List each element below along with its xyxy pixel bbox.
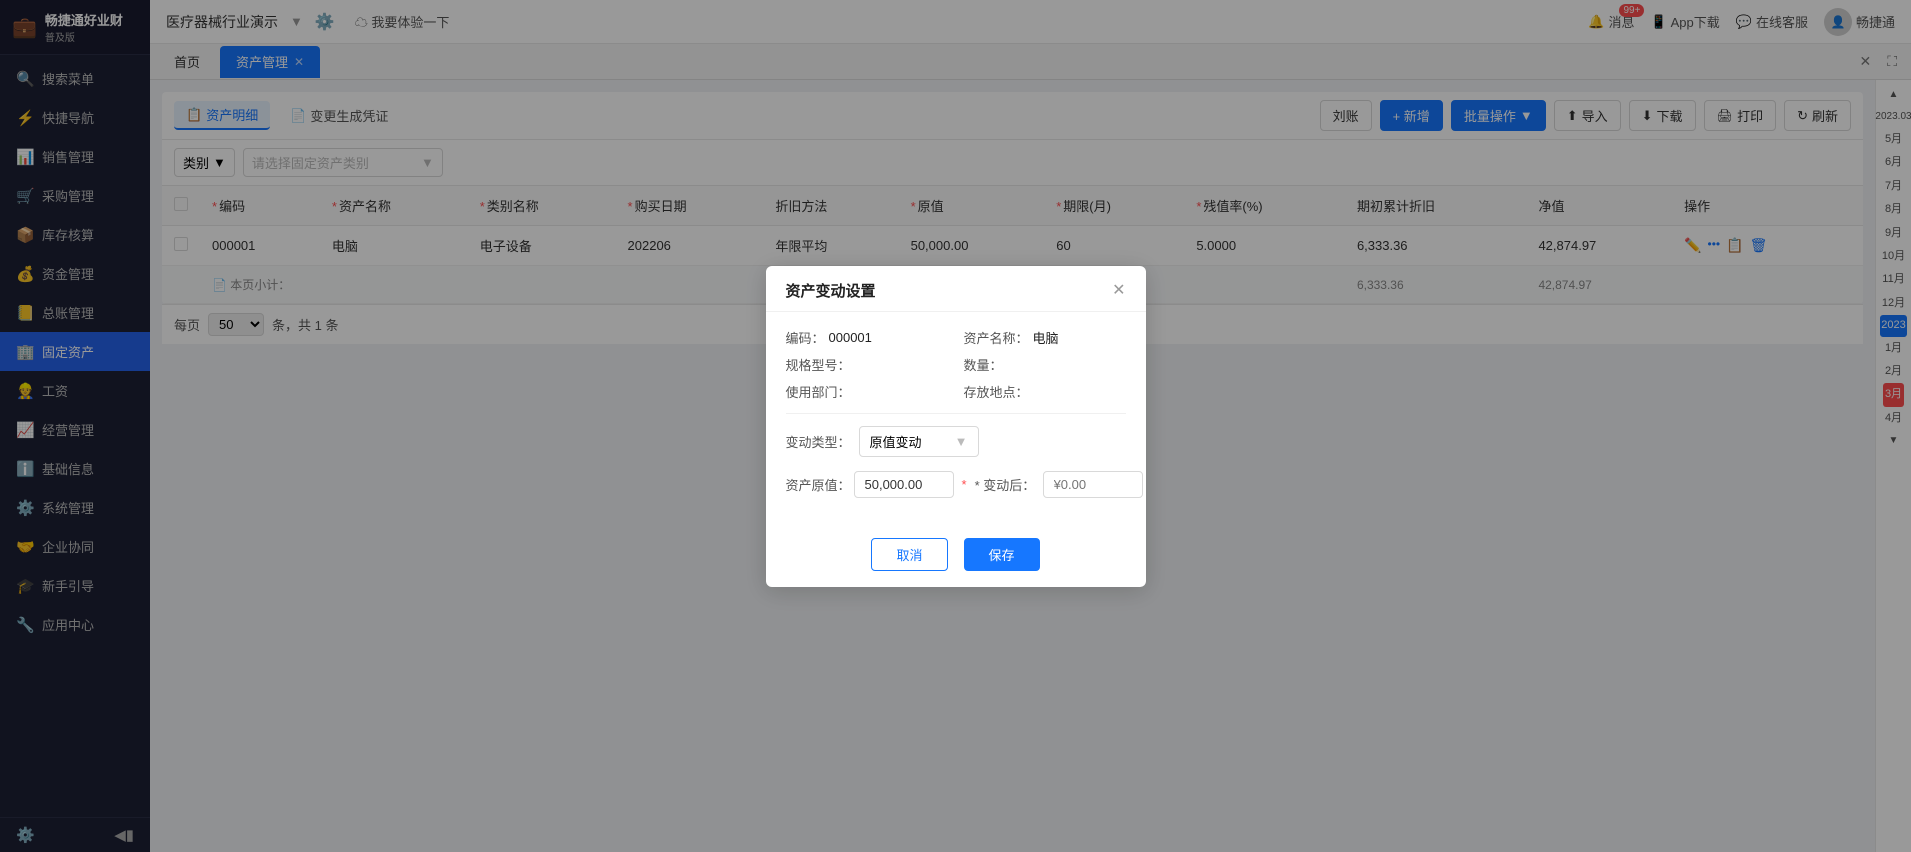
change-type-label: 变动类型： xyxy=(786,432,851,451)
modal-body: 编码： 000001 资产名称： 电脑 规格型号： 数量： 使用部门： xyxy=(766,312,1146,528)
modal-overlay: 资产变动设置 ✕ 编码： 000001 资产名称： 电脑 规格型号： 数量： xyxy=(0,0,1911,852)
asset-name-value: 电脑 xyxy=(1033,328,1059,347)
after-change-label: * 变动后： xyxy=(975,475,1035,494)
select-chevron-icon: ▼ xyxy=(955,434,968,449)
modal-footer: 取消 保存 xyxy=(766,528,1146,587)
modal-asset-name-row: 资产名称： 电脑 xyxy=(964,328,1126,347)
asset-value-row: 资产原值： 50,000.00 * * 变动后： xyxy=(786,471,1126,498)
code-value: 000001 xyxy=(829,330,872,345)
location-label: 存放地点： xyxy=(964,382,1029,401)
asset-name-label: 资产名称： xyxy=(964,328,1029,347)
modal-info-grid: 编码： 000001 资产名称： 电脑 规格型号： 数量： 使用部门： xyxy=(786,328,1126,401)
modal-title: 资产变动设置 xyxy=(786,280,876,301)
modal-spec-row: 规格型号： xyxy=(786,355,948,374)
modal-divider xyxy=(786,413,1126,414)
asset-value-display: 50,000.00 xyxy=(854,471,954,498)
after-change-input[interactable] xyxy=(1043,471,1143,498)
asset-change-modal: 资产变动设置 ✕ 编码： 000001 资产名称： 电脑 规格型号： 数量： xyxy=(766,266,1146,587)
modal-location-row: 存放地点： xyxy=(964,382,1126,401)
modal-close-button[interactable]: ✕ xyxy=(1112,280,1125,300)
change-type-select[interactable]: 原值变动 ▼ xyxy=(859,426,979,457)
modal-code-row: 编码： 000001 xyxy=(786,328,948,347)
change-type-row: 变动类型： 原值变动 ▼ xyxy=(786,426,1126,457)
cancel-button[interactable]: 取消 xyxy=(871,538,947,571)
required-star: * xyxy=(962,477,967,492)
spec-label: 规格型号： xyxy=(786,355,851,374)
asset-value-label: 资产原值： xyxy=(786,475,846,494)
change-type-value: 原值变动 xyxy=(870,432,922,451)
modal-header: 资产变动设置 ✕ xyxy=(766,266,1146,312)
code-label: 编码： xyxy=(786,328,825,347)
quantity-label: 数量： xyxy=(964,355,1003,374)
dept-label: 使用部门： xyxy=(786,382,851,401)
modal-dept-row: 使用部门： xyxy=(786,382,948,401)
save-label: 保存 xyxy=(989,548,1015,563)
save-button[interactable]: 保存 xyxy=(964,538,1040,571)
cancel-label: 取消 xyxy=(896,548,922,563)
modal-quantity-row: 数量： xyxy=(964,355,1126,374)
